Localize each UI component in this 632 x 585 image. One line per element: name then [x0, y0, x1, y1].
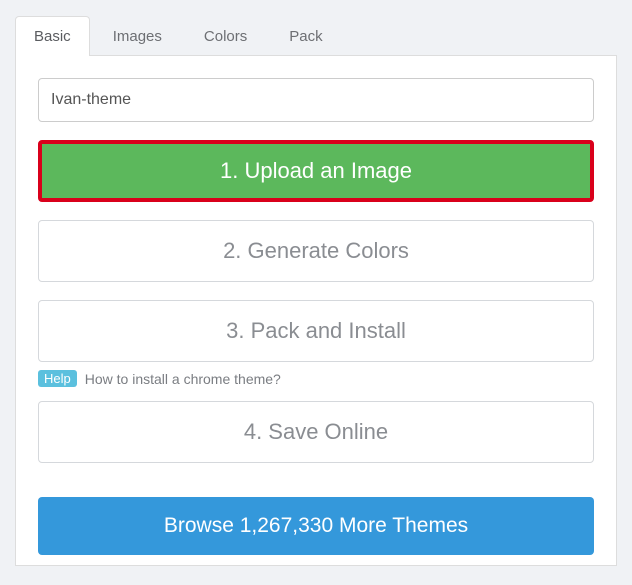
help-text[interactable]: How to install a chrome theme?	[85, 371, 281, 387]
help-row: Help How to install a chrome theme?	[38, 370, 594, 387]
tab-basic[interactable]: Basic	[15, 16, 90, 56]
help-badge[interactable]: Help	[38, 370, 77, 387]
tab-pack[interactable]: Pack	[270, 16, 341, 56]
basic-panel: 1. Upload an Image 2. Generate Colors 3.…	[15, 56, 617, 566]
save-online-button[interactable]: 4. Save Online	[38, 401, 594, 463]
tab-images[interactable]: Images	[94, 16, 181, 56]
tabs: Basic Images Colors Pack	[15, 15, 617, 56]
pack-install-button[interactable]: 3. Pack and Install	[38, 300, 594, 362]
upload-image-button[interactable]: 1. Upload an Image	[38, 140, 594, 202]
generate-colors-button[interactable]: 2. Generate Colors	[38, 220, 594, 282]
browse-themes-button[interactable]: Browse 1,267,330 More Themes	[38, 497, 594, 555]
theme-name-input[interactable]	[38, 78, 594, 122]
tab-colors[interactable]: Colors	[185, 16, 266, 56]
